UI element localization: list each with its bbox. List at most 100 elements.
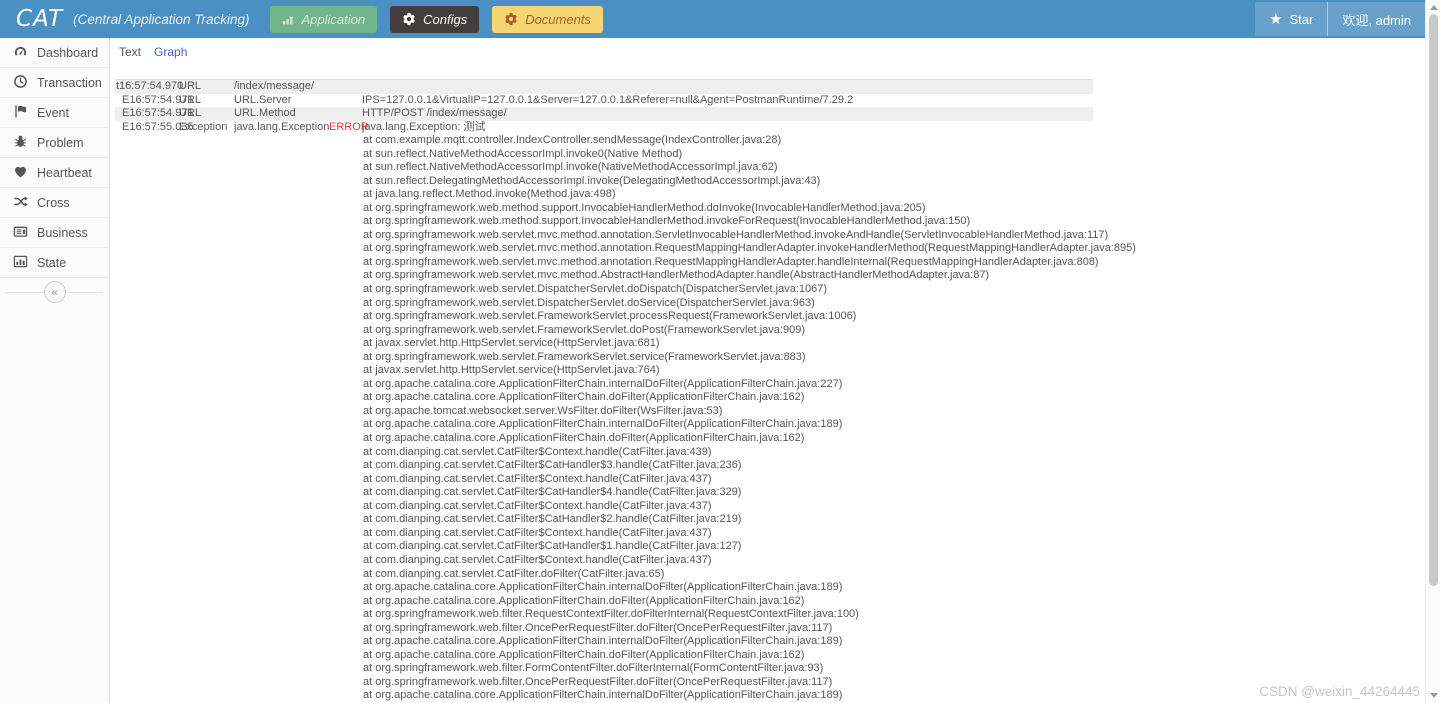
nav-application-button[interactable]: Application <box>269 5 378 33</box>
sidebar-item-state[interactable]: State <box>0 248 109 278</box>
log-status <box>329 94 362 108</box>
welcome-user[interactable]: 欢迎, admin <box>1328 2 1425 36</box>
stack-trace-line: at com.dianping.cat.servlet.CatFilter$Ca… <box>363 513 742 526</box>
app-header: CAT (Central Application Tracking) Appli… <box>0 0 1425 38</box>
main-content: Text Graph t16:57:54.970 URL /index/mess… <box>111 38 1425 703</box>
sidebar-item-event[interactable]: Event <box>0 98 109 128</box>
watermark: CSDN @weixin_44264445 <box>1259 684 1420 699</box>
gears-icon <box>504 12 518 26</box>
sidebar-item-label: Transaction <box>37 75 102 90</box>
bar-chart-icon <box>13 254 28 272</box>
stack-trace-line: at javax.servlet.http.HttpServlet.servic… <box>363 364 660 377</box>
scrollbar-thumb[interactable] <box>1429 14 1438 586</box>
tab-graph[interactable]: Graph <box>154 45 187 59</box>
gauge-icon <box>13 44 28 62</box>
stack-trace-line: at com.dianping.cat.servlet.CatFilter$Co… <box>363 553 712 566</box>
log-name: java.lang.Exception <box>234 120 330 133</box>
sidebar: Dashboard Transaction Event Problem Hear… <box>0 38 110 703</box>
stack-trace-line: at com.dianping.cat.servlet.CatFilter$Co… <box>363 499 712 512</box>
header-right: ★ Star 欢迎, admin <box>1255 2 1425 36</box>
log-exception-message: java.lang.Exception: 测试 <box>362 120 486 133</box>
log-type: URL <box>179 107 202 119</box>
stack-trace-line: at org.springframework.web.servlet.mvc.m… <box>363 269 990 282</box>
log-table: t16:57:54.970 URL /index/message/ E16:57… <box>115 79 1093 134</box>
stack-trace-line: at org.springframework.web.servlet.Dispa… <box>363 283 828 296</box>
stack-trace-line: at org.springframework.web.method.suppor… <box>363 201 926 214</box>
log-time: t16:57:54.970 <box>116 80 184 92</box>
welcome-label: 欢迎, admin <box>1342 12 1411 28</box>
stack-trace-line: at org.apache.catalina.core.ApplicationF… <box>363 635 843 648</box>
bug-icon <box>13 134 28 152</box>
tab-text[interactable]: Text <box>119 45 141 59</box>
stack-trace-line: at org.springframework.web.servlet.Frame… <box>363 310 857 323</box>
app-logo: CAT <box>16 6 64 32</box>
stack-trace-line: at org.springframework.web.method.suppor… <box>363 215 971 228</box>
nav-configs-button[interactable]: Configs <box>390 5 480 33</box>
stack-trace-line: at com.dianping.cat.servlet.CatFilter$Co… <box>363 526 712 539</box>
stack-trace-line: at org.springframework.web.filter.Reques… <box>363 608 859 621</box>
sidebar-item-cross[interactable]: Cross <box>0 188 109 218</box>
stack-trace: at com.example.mqtt.controller.IndexCont… <box>363 134 1425 703</box>
log-name: URL.Server <box>234 93 292 106</box>
heart-icon <box>13 164 28 182</box>
stack-trace-line: at org.springframework.web.servlet.mvc.m… <box>363 228 1109 241</box>
stack-trace-line: at org.springframework.web.servlet.mvc.m… <box>363 242 1136 255</box>
log-row: E16:57:55.035 Exception java.lang.Except… <box>115 121 1093 135</box>
log-status <box>329 80 362 94</box>
sidebar-item-label: Dashboard <box>37 45 99 60</box>
nav-documents-label: Documents <box>525 11 591 27</box>
scroll-up-arrow-icon[interactable] <box>1430 5 1438 10</box>
stack-trace-line: at com.dianping.cat.servlet.CatFilter$Ca… <box>363 540 742 553</box>
scroll-down-arrow-icon[interactable] <box>1430 693 1438 698</box>
log-time: E16:57:55.035 <box>122 120 194 133</box>
stack-trace-line: at sun.reflect.DelegatingMethodAccessorI… <box>363 174 821 187</box>
sidebar-collapse-button[interactable]: « <box>43 281 66 303</box>
app-subtitle: (Central Application Tracking) <box>73 11 250 27</box>
stack-trace-line: at org.springframework.web.servlet.Dispa… <box>363 296 815 309</box>
sidebar-item-problem[interactable]: Problem <box>0 128 109 158</box>
log-value: IPS=127.0.0.1&VirtualIP=127.0.0.1&Server… <box>362 93 854 106</box>
nav-documents-button[interactable]: Documents <box>492 5 603 33</box>
log-value <box>362 80 1093 94</box>
log-type: URL <box>179 80 202 92</box>
log-row: E16:57:54.971 URL URL.Server IPS=127.0.0… <box>115 94 1093 108</box>
stack-trace-line: at javax.servlet.http.HttpServlet.servic… <box>363 337 660 350</box>
log-status <box>329 107 362 121</box>
stack-trace-line: at java.lang.reflect.Method.invoke(Metho… <box>363 188 616 201</box>
nav-application-label: Application <box>301 11 366 27</box>
sidebar-item-label: Event <box>37 105 69 120</box>
sidebar-item-label: State <box>37 255 67 270</box>
sidebar-item-business[interactable]: Business <box>0 218 109 248</box>
sidebar-collapse-row: « <box>0 278 109 306</box>
log-row: t16:57:54.970 URL /index/message/ <box>115 80 1093 94</box>
sidebar-item-label: Problem <box>37 135 84 150</box>
view-tabs: Text Graph <box>111 38 1425 59</box>
stack-trace-line: at org.apache.tomcat.websocket.server.Ws… <box>363 404 723 417</box>
stack-trace-line: at org.apache.catalina.core.ApplicationF… <box>363 377 843 390</box>
vertical-scrollbar[interactable] <box>1425 0 1440 703</box>
star-icon: ★ <box>1269 10 1283 28</box>
log-row: E16:57:54.971 URL URL.Method HTTP/POST /… <box>115 107 1093 121</box>
stack-trace-line: at org.springframework.web.filter.FormCo… <box>363 662 824 675</box>
sidebar-item-dashboard[interactable]: Dashboard <box>0 38 109 68</box>
nav-configs-label: Configs <box>423 11 468 27</box>
flag-icon <box>13 104 28 122</box>
stack-trace-line: at org.apache.catalina.core.ApplicationF… <box>363 594 805 607</box>
newspaper-icon <box>13 224 28 242</box>
bar-chart-icon <box>282 13 295 26</box>
shuffle-icon <box>13 194 28 212</box>
log-time: E16:57:54.971 <box>122 93 194 106</box>
sidebar-item-label: Cross <box>37 195 70 210</box>
sidebar-item-label: Business <box>37 225 88 240</box>
stack-trace-line: at sun.reflect.NativeMethodAccessorImpl.… <box>363 161 778 174</box>
stack-trace-line: at com.dianping.cat.servlet.CatFilter.do… <box>363 567 665 580</box>
sidebar-item-transaction[interactable]: Transaction <box>0 68 109 98</box>
stack-trace-line: at com.example.mqtt.controller.IndexCont… <box>363 134 782 146</box>
gears-icon <box>402 12 416 26</box>
sidebar-item-heartbeat[interactable]: Heartbeat <box>0 158 109 188</box>
star-button[interactable]: ★ Star <box>1255 2 1328 36</box>
star-label: Star <box>1289 11 1314 27</box>
stack-trace-line: at com.dianping.cat.servlet.CatFilter$Co… <box>363 445 712 458</box>
stack-trace-line: at org.apache.catalina.core.ApplicationF… <box>363 648 805 661</box>
stack-trace-line: at org.springframework.web.servlet.mvc.m… <box>363 255 1099 268</box>
